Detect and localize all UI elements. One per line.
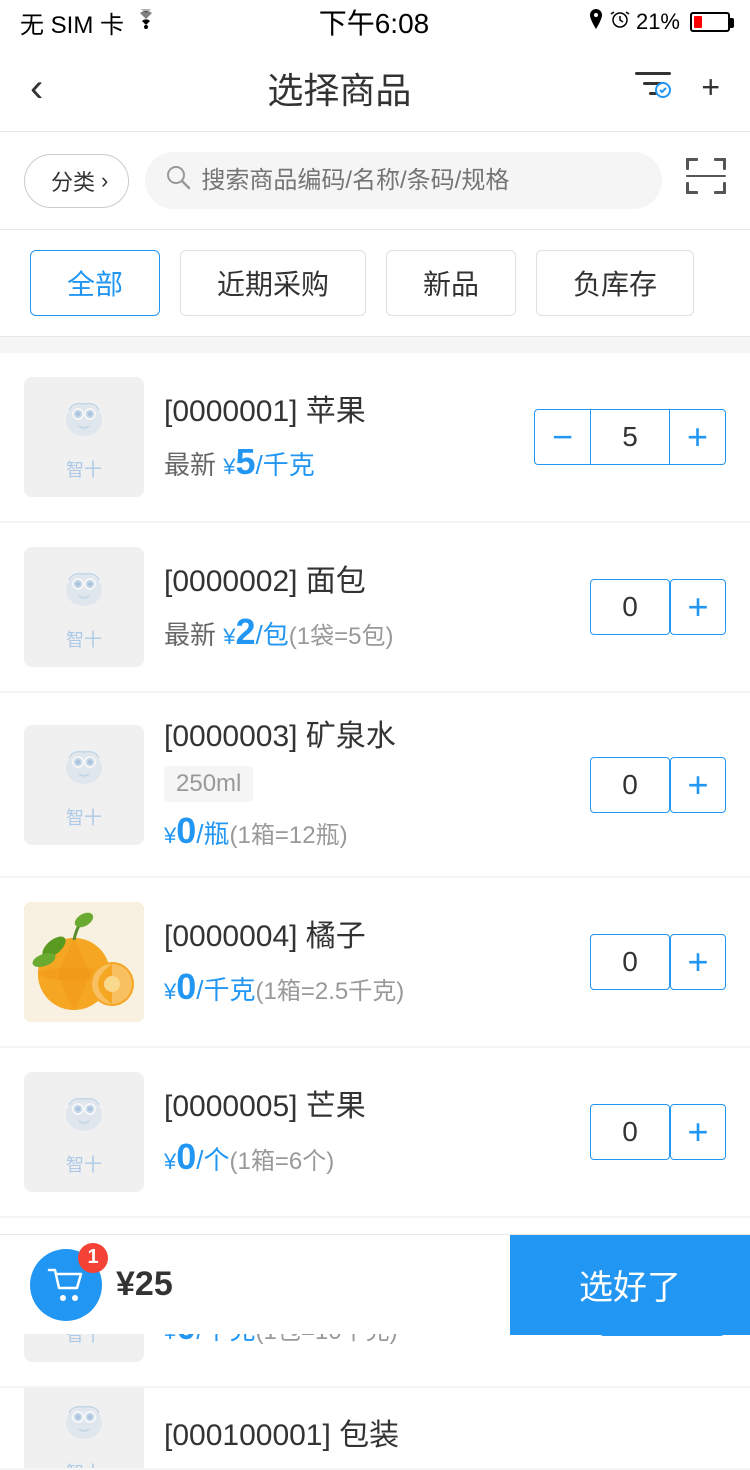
nav-right: +	[635, 68, 720, 108]
tab-negative-stock[interactable]: 负库存	[536, 250, 694, 316]
status-left: 无 SIM 卡	[20, 5, 160, 40]
product-item: [0000004] 橘子 ¥0/千克(1箱=2.5千克) +	[0, 878, 750, 1046]
status-right: 21%	[588, 9, 730, 35]
product-item: 智十 [0000005] 芒果 ¥0/个(1箱=6个) +	[0, 1048, 750, 1216]
brand-text: 智十	[66, 626, 102, 652]
quantity-control: +	[590, 934, 726, 990]
brand-text: 智十	[66, 1151, 102, 1177]
brand-icon	[59, 392, 109, 452]
product-info: [0000001] 苹果 最新 ¥5/千克	[164, 392, 514, 483]
quantity-input[interactable]	[590, 934, 670, 990]
battery-icon	[690, 12, 730, 32]
search-box	[145, 152, 662, 209]
product-image	[24, 902, 144, 1022]
search-icon	[165, 164, 191, 197]
category-button[interactable]: 分类 ›	[24, 154, 129, 208]
wifi-icon	[132, 8, 160, 36]
product-name: [0000003] 矿泉水	[164, 717, 570, 756]
product-spec: 250ml	[164, 766, 253, 802]
quantity-control: +	[590, 1104, 726, 1160]
scan-icon[interactable]	[686, 158, 726, 203]
status-time: 下午6:08	[319, 2, 430, 42]
search-input[interactable]	[201, 167, 642, 195]
decrease-button[interactable]: −	[534, 409, 590, 465]
product-price: 最新 ¥2/包(1袋=5包)	[164, 611, 570, 653]
product-name: [0000005] 芒果	[164, 1087, 570, 1126]
product-item: 智十 [0000001] 苹果 最新 ¥5/千克 − +	[0, 353, 750, 521]
product-price: ¥0/千克(1箱=2.5千克)	[164, 966, 570, 1008]
add-icon[interactable]: +	[701, 69, 720, 106]
product-item: 智十 [0000003] 矿泉水 250ml ¥0/瓶(1箱=12瓶) +	[0, 693, 750, 876]
cart-badge: 1	[78, 1243, 108, 1273]
nav-left: ‹	[30, 68, 43, 108]
tab-bar: 全部 近期采购 新品 负库存	[0, 230, 750, 337]
confirm-button[interactable]: 选好了	[510, 1235, 750, 1335]
brand-text: 智十	[66, 456, 102, 482]
tab-new[interactable]: 新品	[386, 250, 516, 316]
product-info: [0000003] 矿泉水 250ml ¥0/瓶(1箱=12瓶)	[164, 717, 570, 852]
status-bar: 无 SIM 卡 下午6:08 21%	[0, 0, 750, 44]
alarm-icon	[610, 9, 630, 35]
battery-text: 21%	[636, 9, 680, 35]
product-name: [0000001] 苹果	[164, 392, 514, 431]
brand-icon	[59, 1087, 109, 1147]
product-price: 最新 ¥5/千克	[164, 441, 514, 483]
cart-icon-wrap: 1	[30, 1249, 102, 1321]
separator	[0, 337, 750, 353]
brand-icon	[59, 1395, 109, 1455]
increase-button[interactable]: +	[670, 934, 726, 990]
product-price: ¥0/个(1箱=6个)	[164, 1136, 570, 1178]
product-image: 智十	[24, 547, 144, 667]
quantity-input[interactable]	[590, 1104, 670, 1160]
product-image: 智十	[24, 377, 144, 497]
quantity-control: +	[590, 579, 726, 635]
filter-bar: 分类 ›	[0, 132, 750, 230]
brand-icon	[59, 740, 109, 800]
product-name: [0000004] 橘子	[164, 917, 570, 956]
orange-image-svg	[24, 902, 144, 1022]
product-price: ¥0/瓶(1箱=12瓶)	[164, 810, 570, 852]
filter-icon[interactable]	[635, 68, 671, 108]
product-item: 智十 [000100001] 包装	[0, 1388, 750, 1468]
location-icon	[588, 9, 604, 35]
increase-button[interactable]: +	[670, 757, 726, 813]
brand-icon	[59, 562, 109, 622]
product-image: 智十	[24, 1388, 144, 1468]
quantity-control: +	[590, 757, 726, 813]
product-info: [000100001] 包装	[164, 1416, 726, 1465]
product-image: 智十	[24, 725, 144, 845]
nav-bar: ‹ 选择商品 +	[0, 44, 750, 132]
bottom-bar: 1 ¥25 选好了	[0, 1234, 750, 1334]
tab-recent[interactable]: 近期采购	[180, 250, 366, 316]
quantity-input[interactable]	[590, 757, 670, 813]
increase-button[interactable]: +	[670, 1104, 726, 1160]
product-name: [000100001] 包装	[164, 1416, 726, 1455]
cart-icon	[47, 1268, 85, 1302]
product-info: [0000005] 芒果 ¥0/个(1箱=6个)	[164, 1087, 570, 1178]
carrier-text: 无 SIM 卡	[20, 5, 124, 40]
page-title: 选择商品	[267, 62, 411, 114]
quantity-input[interactable]	[590, 579, 670, 635]
product-item: 智十 [0000002] 面包 最新 ¥2/包(1袋=5包) +	[0, 523, 750, 691]
back-button[interactable]: ‹	[30, 68, 43, 108]
increase-button[interactable]: +	[670, 409, 726, 465]
product-info: [0000004] 橘子 ¥0/千克(1箱=2.5千克)	[164, 917, 570, 1008]
tab-all[interactable]: 全部	[30, 250, 160, 316]
quantity-control: − +	[534, 409, 726, 465]
product-name: [0000002] 面包	[164, 562, 570, 601]
cart-total: ¥25	[116, 1265, 173, 1304]
cart-area[interactable]: 1 ¥25	[0, 1249, 510, 1321]
brand-text: 智十	[66, 804, 102, 830]
product-info: [0000002] 面包 最新 ¥2/包(1袋=5包)	[164, 562, 570, 653]
increase-button[interactable]: +	[670, 579, 726, 635]
brand-text: 智十	[66, 1459, 102, 1468]
product-image: 智十	[24, 1072, 144, 1192]
quantity-input[interactable]	[590, 409, 670, 465]
